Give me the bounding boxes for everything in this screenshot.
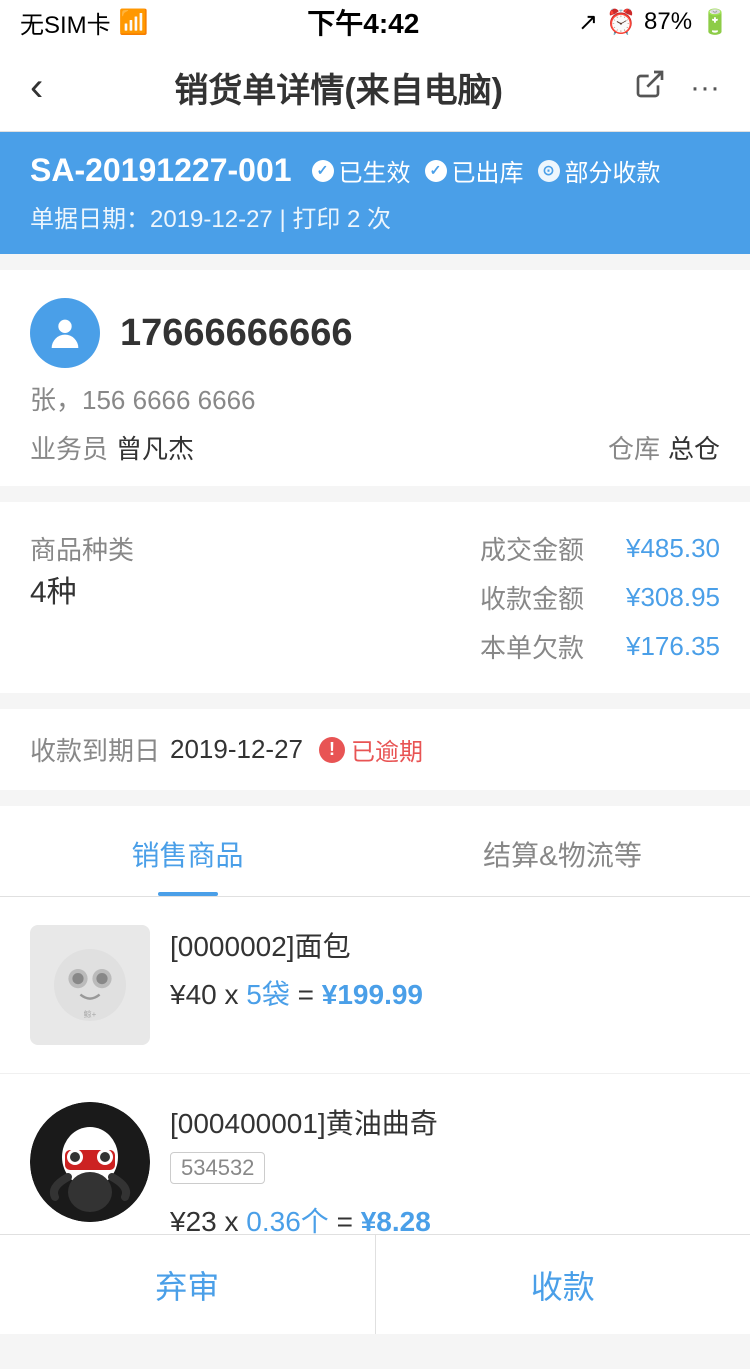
overdue-icon: !	[319, 737, 345, 763]
received-label: 收款金额	[480, 579, 584, 616]
bottom-actions: 弃审 收款	[0, 1234, 750, 1334]
stats-left: 商品种类 4种	[30, 530, 480, 611]
price-total-1: ¥199.99	[322, 979, 423, 1010]
header-banner: SA-20191227-001 ✓ 已生效 ✓ 已出库 ⊙ 部分收款 单据日期：…	[0, 132, 750, 254]
due-label: 收款到期日	[30, 731, 160, 768]
status-bar: 无SIM卡 📶 下午4:42 ↗ ⏰ 87% 🔋	[0, 0, 750, 44]
customer-name: 张，156 6666 6666	[30, 380, 720, 417]
wifi-icon: 📶	[119, 8, 149, 37]
product-thumbnail-2	[30, 1102, 150, 1222]
warehouse-value: 总仓	[668, 429, 720, 466]
effective-icon: ✓	[312, 160, 334, 182]
product-name-2: [000400001]黄油曲奇	[170, 1102, 720, 1142]
customer-section: 17666666666 张，156 6666 6666 业务员 曾凡杰 仓库 总…	[0, 270, 750, 486]
warehouse-label: 仓库	[608, 429, 660, 466]
tabs-header: 销售商品 结算&物流等	[0, 806, 750, 897]
back-button[interactable]: ‹	[30, 65, 43, 110]
product-tag-2: 534532	[170, 1152, 265, 1184]
page-title: 销货单详情(来自电脑)	[174, 63, 503, 112]
product-thumbnail-1: 鲸+	[30, 925, 150, 1045]
customer-top: 17666666666	[30, 298, 720, 368]
status-tag-effective: ✓ 已生效	[312, 153, 411, 188]
tab-settlement[interactable]: 结算&物流等	[375, 806, 750, 896]
effective-label: 已生效	[339, 153, 411, 188]
price-x-2: x	[225, 1206, 247, 1237]
product-types-value: 4种	[30, 567, 480, 611]
shipped-icon: ✓	[425, 160, 447, 182]
status-left: 无SIM卡 📶	[20, 5, 149, 40]
status-tags: ✓ 已生效 ✓ 已出库 ⊙ 部分收款	[312, 153, 661, 188]
product-list: 鲸+ [0000002]面包 ¥40 x 5袋 = ¥199.99	[0, 897, 750, 1269]
product-info-1: [0000002]面包 ¥40 x 5袋 = ¥199.99	[170, 925, 720, 1013]
status-time: 下午4:42	[307, 2, 419, 42]
transaction-row: 成交金额 ¥485.30	[480, 530, 720, 567]
price-qty-1: 5袋	[246, 979, 290, 1010]
arrears-row: 本单欠款 ¥176.35	[480, 628, 720, 665]
tabs-section: 销售商品 结算&物流等 鲸+	[0, 806, 750, 1269]
price-base-2: ¥23	[170, 1206, 217, 1237]
overdue-label: 已逾期	[351, 732, 423, 767]
partial-label: 部分收款	[565, 153, 661, 188]
order-number: SA-20191227-001	[30, 152, 292, 189]
tab-sales-products[interactable]: 销售商品	[0, 806, 375, 896]
collect-button[interactable]: 收款	[376, 1235, 750, 1334]
product-name-1: [0000002]面包	[170, 925, 720, 965]
table-row: 鲸+ [0000002]面包 ¥40 x 5袋 = ¥199.99	[0, 897, 750, 1074]
status-tag-shipped: ✓ 已出库	[425, 153, 524, 188]
product-price-1: ¥40 x 5袋 = ¥199.99	[170, 973, 720, 1013]
price-eq-2: =	[337, 1206, 361, 1237]
stats-section: 商品种类 4种 成交金额 ¥485.30 收款金额 ¥308.95 本单欠款 ¥…	[0, 502, 750, 693]
header-date: 单据日期：2019-12-27 | 打印 2 次	[30, 199, 720, 234]
overdue-badge: ! 已逾期	[319, 732, 423, 767]
salesperson-value: 曾凡杰	[116, 429, 194, 466]
arrears-label: 本单欠款	[480, 628, 584, 665]
nav-actions: ···	[634, 68, 720, 108]
received-row: 收款金额 ¥308.95	[480, 579, 720, 616]
location-icon: ↗	[578, 8, 598, 37]
received-value: ¥308.95	[600, 582, 720, 613]
carrier-text: 无SIM卡	[20, 5, 111, 40]
customer-phone: 17666666666	[120, 312, 352, 355]
status-right: ↗ ⏰ 87% 🔋	[578, 8, 730, 37]
svg-text:鲸+: 鲸+	[84, 1009, 97, 1019]
status-tag-partial: ⊙ 部分收款	[538, 153, 661, 188]
arrears-value: ¥176.35	[600, 631, 720, 662]
more-button[interactable]: ···	[690, 71, 720, 105]
transaction-value: ¥485.30	[600, 533, 720, 564]
due-section: 收款到期日 2019-12-27 ! 已逾期	[0, 709, 750, 790]
price-eq-1: =	[298, 979, 322, 1010]
nav-bar: ‹ 销货单详情(来自电脑) ···	[0, 44, 750, 132]
battery-text: 87%	[644, 8, 692, 36]
price-base-1: ¥40	[170, 979, 217, 1010]
shipped-label: 已出库	[452, 153, 524, 188]
product-image-1: 鲸+	[30, 925, 150, 1045]
price-x-1: x	[225, 979, 247, 1010]
product-info-2: [000400001]黄油曲奇 534532 ¥23 x 0.36个 = ¥8.…	[170, 1102, 720, 1240]
cancel-review-button[interactable]: 弃审	[0, 1235, 376, 1334]
alarm-icon: ⏰	[606, 8, 636, 37]
salesperson-label: 业务员	[30, 429, 108, 466]
customer-avatar	[30, 298, 100, 368]
transaction-label: 成交金额	[480, 530, 584, 567]
product-image-2	[30, 1102, 150, 1222]
battery-icon: 🔋	[700, 8, 730, 37]
share-button[interactable]	[634, 68, 666, 108]
product-types-label: 商品种类	[30, 530, 480, 567]
price-qty-2: 0.36个	[246, 1206, 329, 1237]
due-date-value: 2019-12-27	[170, 734, 303, 765]
customer-info-row: 业务员 曾凡杰 仓库 总仓	[30, 429, 720, 466]
stats-right: 成交金额 ¥485.30 收款金额 ¥308.95 本单欠款 ¥176.35	[480, 530, 720, 665]
price-total-2: ¥8.28	[361, 1206, 431, 1237]
header-banner-top: SA-20191227-001 ✓ 已生效 ✓ 已出库 ⊙ 部分收款	[30, 152, 720, 189]
partial-icon: ⊙	[538, 160, 560, 182]
